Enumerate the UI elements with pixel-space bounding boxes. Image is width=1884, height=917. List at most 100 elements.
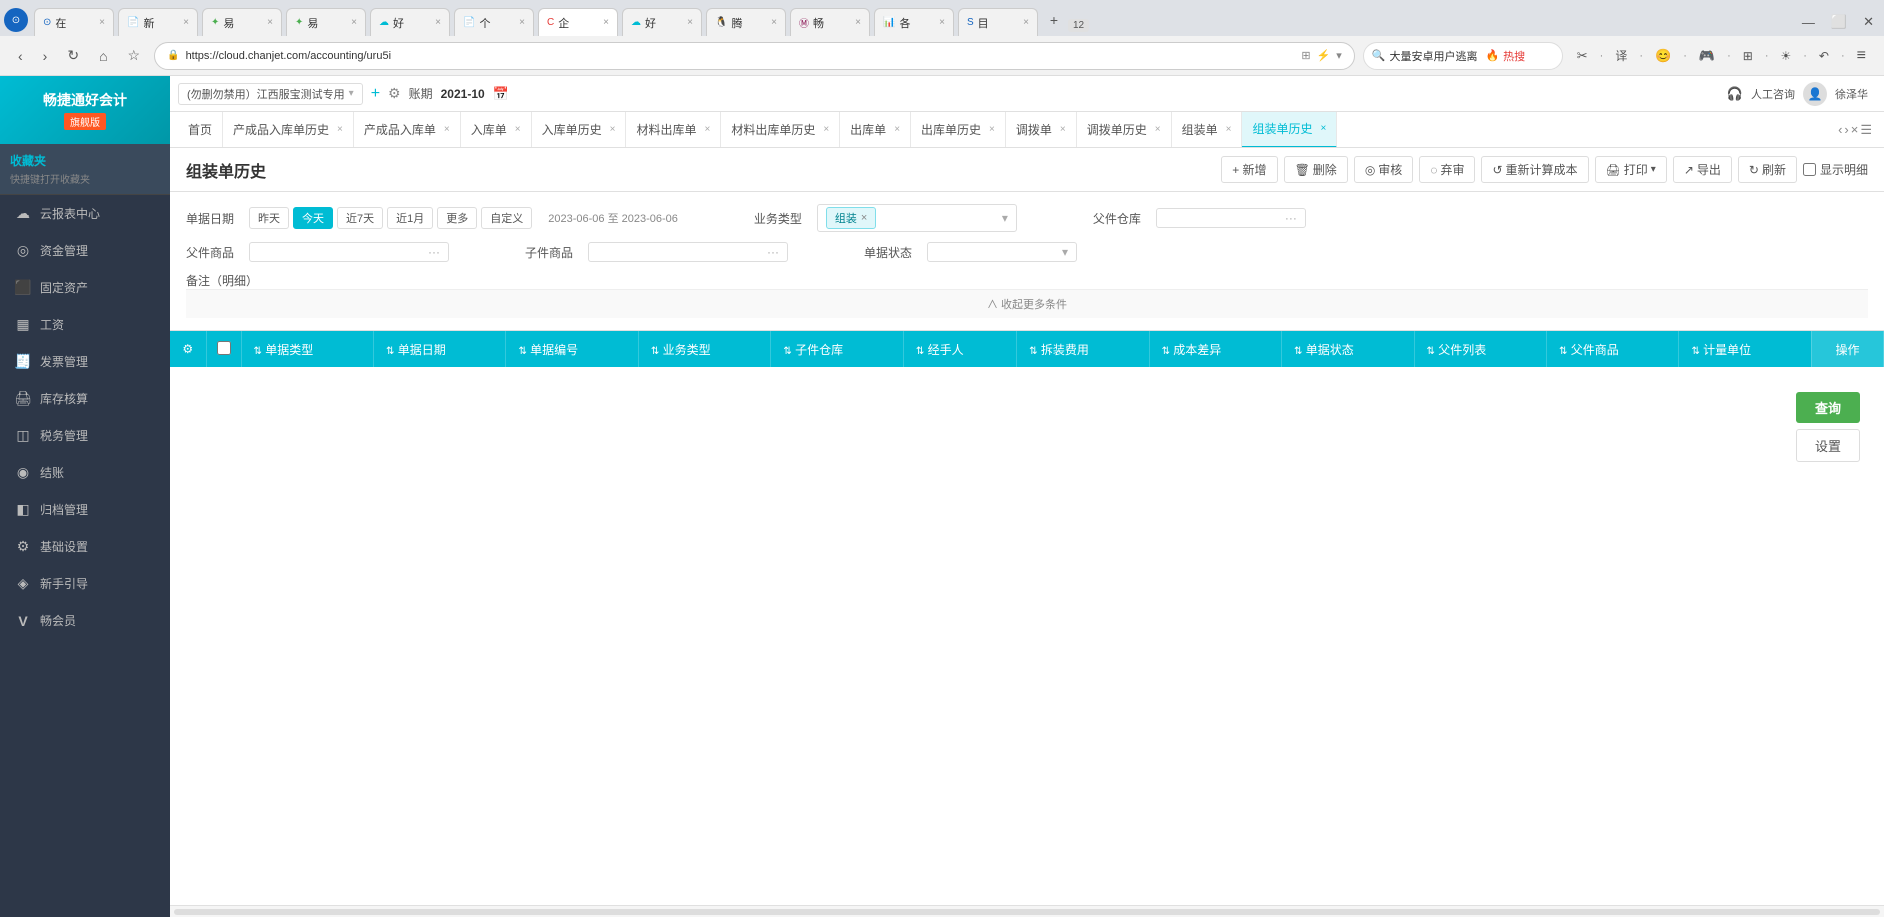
- home-button[interactable]: ⌂: [93, 44, 113, 68]
- browser-search[interactable]: 🔍 大量安卓用户逃离 🔥 热搜: [1363, 42, 1563, 70]
- nav-tab-close-9[interactable]: ×: [1060, 124, 1066, 135]
- settings-button[interactable]: 设置: [1796, 429, 1860, 462]
- horizontal-scrollbar[interactable]: [170, 905, 1884, 917]
- sun-btn[interactable]: ☀: [1774, 47, 1797, 65]
- sidebar-item-tax[interactable]: ◫ 税务管理: [0, 417, 170, 454]
- child-goods-input[interactable]: ···: [588, 242, 788, 262]
- nav-tab-prod-in-history[interactable]: 产成品入库单历史 ×: [223, 112, 354, 148]
- export-button[interactable]: ↗ 导出: [1673, 156, 1732, 183]
- nav-tab-close-2[interactable]: ×: [444, 124, 450, 135]
- col-order-type[interactable]: ⇅ 单据类型: [241, 331, 373, 367]
- menu-btn[interactable]: ≡: [1851, 45, 1872, 67]
- undo-btn[interactable]: ↶: [1813, 47, 1835, 65]
- emoji-btn[interactable]: 😊: [1649, 46, 1677, 66]
- sidebar-favorites[interactable]: 收藏夹 快捷键打开收藏夹: [0, 144, 170, 195]
- nav-tab-combo-history[interactable]: 组装单历史 ×: [1242, 112, 1337, 148]
- parent-goods-input[interactable]: ···: [249, 242, 449, 262]
- audit-button[interactable]: ◎ 审核: [1354, 156, 1414, 183]
- sidebar-item-cloud-report[interactable]: ☁ 云报表中心: [0, 195, 170, 232]
- collapse-bar[interactable]: ∧ 收起更多条件: [186, 289, 1868, 318]
- nav-tab-in-order[interactable]: 入库单 ×: [461, 112, 532, 148]
- sidebar-item-inventory[interactable]: 🖨 库存核算: [0, 380, 170, 417]
- col-cost-diff[interactable]: ⇅ 成本差异: [1149, 331, 1281, 367]
- browser-tab-1[interactable]: ⊙ 在 ×: [34, 8, 114, 36]
- order-status-dropdown[interactable]: ▾: [1062, 245, 1068, 259]
- parent-warehouse-dots[interactable]: ···: [1285, 211, 1297, 225]
- nav-tab-close-11[interactable]: ×: [1226, 124, 1232, 135]
- scissors-btn[interactable]: ✂: [1571, 46, 1594, 66]
- tab-close-2[interactable]: ×: [183, 17, 189, 28]
- browser-tab-7[interactable]: C 企 ×: [538, 8, 618, 36]
- today-btn[interactable]: 今天: [293, 207, 333, 229]
- address-bar[interactable]: 🔒 https://cloud.chanjet.com/accounting/u…: [154, 42, 1355, 70]
- nav-tab-close-1[interactable]: ×: [337, 124, 343, 135]
- browser-tab-9[interactable]: 🐧 腾 ×: [706, 8, 786, 36]
- tab-close-5[interactable]: ×: [435, 17, 441, 28]
- col-biz-type[interactable]: ⇅ 业务类型: [638, 331, 770, 367]
- new-tab-button[interactable]: +: [1042, 8, 1066, 32]
- nav-tab-close-5[interactable]: ×: [704, 124, 710, 135]
- tab-close-8[interactable]: ×: [687, 17, 693, 28]
- sidebar-item-settings[interactable]: ⚙ 基础设置: [0, 528, 170, 565]
- nav-tab-in-history[interactable]: 入库单历史 ×: [532, 112, 627, 148]
- translate-btn[interactable]: 译: [1609, 45, 1633, 66]
- nav-tab-close-10[interactable]: ×: [1155, 124, 1161, 135]
- col-parent-list[interactable]: ⇅ 父件列表: [1414, 331, 1546, 367]
- nav-tab-assembly-history[interactable]: 调拨单历史 ×: [1077, 112, 1172, 148]
- custom-btn[interactable]: 自定义: [481, 207, 532, 229]
- sidebar-item-salary[interactable]: ▦ 工资: [0, 306, 170, 343]
- nav-tab-close-3[interactable]: ×: [515, 124, 521, 135]
- tab-close-4[interactable]: ×: [351, 17, 357, 28]
- header-settings-button[interactable]: ⚙: [388, 85, 401, 102]
- window-minimize[interactable]: —: [1796, 13, 1821, 32]
- nav-tab-mat-out[interactable]: 材料出库单 ×: [626, 112, 721, 148]
- calendar-icon[interactable]: 📅: [493, 86, 509, 102]
- tab-close-3[interactable]: ×: [267, 17, 273, 28]
- forward-button[interactable]: ›: [37, 44, 54, 68]
- col-order-status[interactable]: ⇅ 单据状态: [1282, 331, 1414, 367]
- biz-type-remove[interactable]: ×: [861, 212, 867, 224]
- col-settings[interactable]: ⚙: [170, 331, 206, 367]
- back-button[interactable]: ‹: [12, 44, 29, 68]
- new-button[interactable]: + 新增: [1221, 156, 1277, 183]
- col-check[interactable]: [206, 331, 241, 367]
- col-unit[interactable]: ⇅ 计量单位: [1679, 331, 1811, 367]
- dropdown-icon[interactable]: ▾: [1336, 49, 1342, 62]
- tab-close-1[interactable]: ×: [99, 17, 105, 28]
- browser-tab-8[interactable]: ☁ 好 ×: [622, 8, 702, 36]
- nav-tab-combo[interactable]: 组装单 ×: [1172, 112, 1243, 148]
- col-parent-goods[interactable]: ⇅ 父件商品: [1546, 331, 1678, 367]
- parent-warehouse-input[interactable]: ···: [1156, 208, 1306, 228]
- refresh-button[interactable]: ↻ 刷新: [1738, 156, 1797, 183]
- nav-tab-mat-out-history[interactable]: 材料出库单历史 ×: [721, 112, 840, 148]
- week-btn[interactable]: 近7天: [337, 207, 383, 229]
- nav-tab-home[interactable]: 首页: [178, 112, 223, 148]
- parent-goods-dots[interactable]: ···: [428, 245, 440, 259]
- user-name[interactable]: 徐泽华: [1835, 86, 1868, 102]
- nav-tab-prod-in[interactable]: 产成品入库单 ×: [354, 112, 461, 148]
- window-maximize[interactable]: ⬜: [1825, 12, 1853, 32]
- tab-close-7[interactable]: ×: [603, 17, 609, 28]
- browser-tab-5[interactable]: ☁ 好 ×: [370, 8, 450, 36]
- print-dropdown[interactable]: ▾: [1651, 164, 1656, 175]
- month-btn[interactable]: 近1月: [387, 207, 433, 229]
- tab-close-6[interactable]: ×: [519, 17, 525, 28]
- child-goods-dots[interactable]: ···: [767, 245, 779, 259]
- delete-button[interactable]: 🗑 删除: [1284, 156, 1348, 183]
- show-detail-checkbox[interactable]: 显示明细: [1803, 161, 1868, 178]
- grid-btn[interactable]: ⊞: [1737, 47, 1759, 65]
- browser-tab-11[interactable]: 📊 各 ×: [874, 8, 954, 36]
- sidebar-item-guide[interactable]: ◈ 新手引导: [0, 565, 170, 602]
- yesterday-btn[interactable]: 昨天: [249, 207, 289, 229]
- nav-tab-close-12[interactable]: ×: [1320, 123, 1326, 134]
- sidebar-item-settlement[interactable]: ◉ 结账: [0, 454, 170, 491]
- browser-tab-6[interactable]: 📄 个 ×: [454, 8, 534, 36]
- nav-tab-close-6[interactable]: ×: [823, 124, 829, 135]
- reload-button[interactable]: ↻: [61, 43, 85, 68]
- add-company-button[interactable]: +: [371, 85, 380, 103]
- nav-right-arrow[interactable]: ›: [1844, 122, 1848, 137]
- sidebar-item-invoice[interactable]: 🧾 发票管理: [0, 343, 170, 380]
- close-all-tabs[interactable]: ×: [1851, 122, 1859, 137]
- browser-tab-4[interactable]: ✦ 易 ×: [286, 8, 366, 36]
- order-status-input[interactable]: ▾: [927, 242, 1077, 262]
